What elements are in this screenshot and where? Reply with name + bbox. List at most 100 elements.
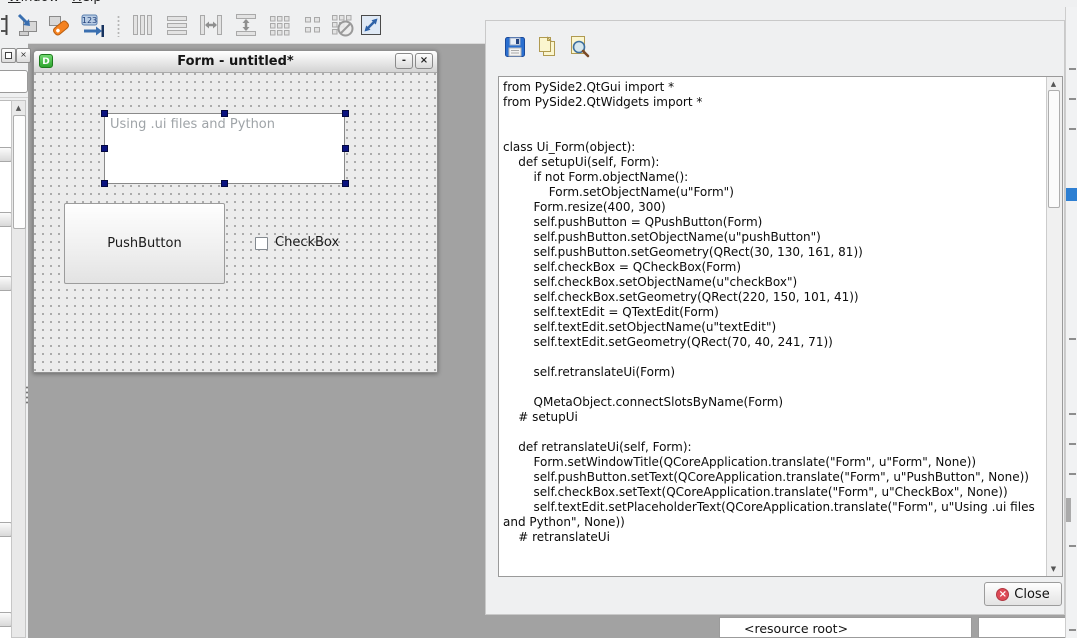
code-text[interactable]: from PySide2.QtGui import *from PySide2.… — [499, 77, 1047, 576]
code-line: Form.setObjectName(u"Form") — [503, 185, 1047, 200]
form-window-title: Form - untitled* — [34, 54, 437, 69]
code-line: self.pushButton.setObjectName(u"pushButt… — [503, 230, 1047, 245]
code-line: self.checkBox.setObjectName(u"checkBox") — [503, 275, 1047, 290]
dock-separator — [0, 97, 28, 98]
scroll-down-icon[interactable]: ▼ — [1047, 563, 1060, 575]
layout-grid-icon[interactable] — [265, 11, 293, 39]
float-icon — [5, 52, 12, 59]
copy-glyph — [535, 35, 559, 59]
edit-tab-order-icon[interactable]: 123 — [78, 11, 106, 39]
code-line — [503, 425, 1047, 440]
save-glyph — [503, 35, 527, 59]
dock-close-button[interactable]: × — [16, 48, 31, 63]
dock-selection-mark — [1066, 188, 1077, 201]
edit-buddies-icon[interactable] — [45, 11, 73, 39]
selection-handle-bottom-left[interactable] — [101, 180, 108, 187]
selection-handle-bottom-right[interactable] — [342, 180, 349, 187]
close-dialog-button[interactable]: × Close — [984, 582, 1062, 606]
widget-box-list[interactable] — [0, 100, 11, 638]
dock-mark — [1069, 473, 1076, 475]
code-line: self.pushButton = QPushButton(Form) — [503, 215, 1047, 230]
pushbutton-widget[interactable]: PushButton — [64, 203, 225, 284]
code-line: and Python", None)) — [503, 515, 1047, 530]
edit-signals-slots-icon[interactable] — [14, 11, 42, 39]
selection-handle-top-left[interactable] — [101, 110, 108, 117]
break-layout-icon[interactable] — [328, 11, 356, 39]
code-line — [503, 380, 1047, 395]
adjust-size-glyph — [358, 12, 384, 38]
code-line: def retranslateUi(self, Form): — [503, 440, 1047, 455]
layout-horizontal-splitter-icon[interactable] — [197, 11, 225, 39]
close-icon: × — [20, 50, 27, 59]
selection-handle-mid-left[interactable] — [101, 145, 108, 152]
scrollbar-thumb[interactable] — [13, 115, 26, 229]
widget-filter-input[interactable] — [0, 70, 28, 93]
menu-bar: Window Help — [0, 0, 1077, 7]
selection-handle-top-center[interactable] — [221, 110, 228, 117]
signals-slots-glyph — [15, 12, 41, 38]
dock-mark — [1069, 68, 1076, 70]
edit-widgets-icon[interactable] — [0, 11, 9, 39]
dock-mark — [1069, 98, 1076, 100]
code-line: self.checkBox = QCheckBox(Form) — [503, 260, 1047, 275]
widget-box-scrollbar[interactable]: ▲ — [11, 100, 26, 638]
code-view[interactable]: from PySide2.QtGui import *from PySide2.… — [498, 76, 1063, 577]
resource-root-item[interactable]: <resource root> — [744, 621, 848, 636]
code-line: # retranslateUi — [503, 530, 1047, 545]
copy-icon[interactable] — [535, 35, 561, 61]
close-button-label: Close — [1014, 587, 1049, 602]
scroll-up-icon[interactable]: ▲ — [1047, 78, 1060, 90]
code-line: self.checkBox.setGeometry(QRect(220, 150… — [503, 290, 1047, 305]
dock-mark — [1069, 629, 1076, 631]
minimize-button[interactable]: - — [395, 53, 413, 69]
widget-box-panel: × ▲ — [0, 43, 28, 638]
layout-vertical-glyph — [164, 12, 190, 38]
textedit-widget[interactable]: Using .ui files and Python — [104, 113, 345, 184]
tab-order-glyph: 123 — [79, 12, 105, 38]
scroll-up-icon[interactable]: ▲ — [12, 102, 25, 114]
dock-float-button[interactable] — [1, 48, 16, 63]
code-line: self.textEdit.setGeometry(QRect(70, 40, … — [503, 335, 1047, 350]
layout-form-icon[interactable] — [299, 11, 327, 39]
dock-mark — [1069, 443, 1076, 445]
save-icon[interactable] — [503, 35, 529, 61]
selection-handle-top-right[interactable] — [342, 110, 349, 117]
resource-tree-pane[interactable]: <resource root> — [719, 617, 972, 638]
find-icon[interactable] — [567, 35, 593, 61]
code-line: Form.setWindowTitle(QCoreApplication.tra… — [503, 455, 1047, 470]
form-designer-window[interactable]: D Form - untitled* - × Using .ui files a… — [33, 50, 438, 373]
layout-vertical-icon[interactable] — [163, 11, 191, 39]
layout-vertical-splitter-icon[interactable] — [232, 11, 260, 39]
checkbox-label: CheckBox — [275, 235, 339, 250]
close-button[interactable]: × — [415, 53, 433, 69]
code-line: self.textEdit = QTextEdit(Form) — [503, 305, 1047, 320]
selection-handle-bottom-center[interactable] — [221, 180, 228, 187]
code-scrollbar[interactable]: ▲ ▼ — [1046, 77, 1062, 576]
qt-designer-screen: Window Help — [0, 0, 1077, 638]
break-layout-glyph — [329, 12, 355, 38]
selection-handle-mid-right[interactable] — [342, 145, 349, 152]
code-line: # setupUi — [503, 410, 1047, 425]
dock-scroll-mark — [1066, 498, 1071, 522]
code-line: self.textEdit.setObjectName(u"textEdit") — [503, 320, 1047, 335]
dock-mark — [1069, 545, 1076, 547]
code-line: from PySide2.QtWidgets import * — [503, 95, 1047, 110]
pushbutton-label: PushButton — [107, 236, 181, 251]
dock-mark — [1069, 338, 1076, 340]
menu-help[interactable]: Help — [72, 0, 102, 5]
scrollbar-thumb[interactable] — [1048, 90, 1060, 208]
menu-window[interactable]: Window — [8, 0, 59, 5]
buddies-glyph — [46, 12, 72, 38]
code-line: self.pushButton.setGeometry(QRect(30, 13… — [503, 245, 1047, 260]
code-line — [503, 110, 1047, 125]
adjust-size-icon[interactable] — [357, 11, 385, 39]
code-line — [503, 125, 1047, 140]
layout-horizontal-icon[interactable] — [128, 11, 156, 39]
dock-splitter-handle[interactable] — [26, 385, 28, 405]
edit-widgets-glyph — [0, 12, 9, 38]
close-circle-icon: × — [996, 588, 1009, 601]
resource-list-pane[interactable] — [978, 617, 1077, 638]
checkbox-indicator[interactable] — [255, 237, 268, 250]
form-window-titlebar[interactable]: D Form - untitled* - × — [34, 51, 437, 73]
code-line — [503, 350, 1047, 365]
